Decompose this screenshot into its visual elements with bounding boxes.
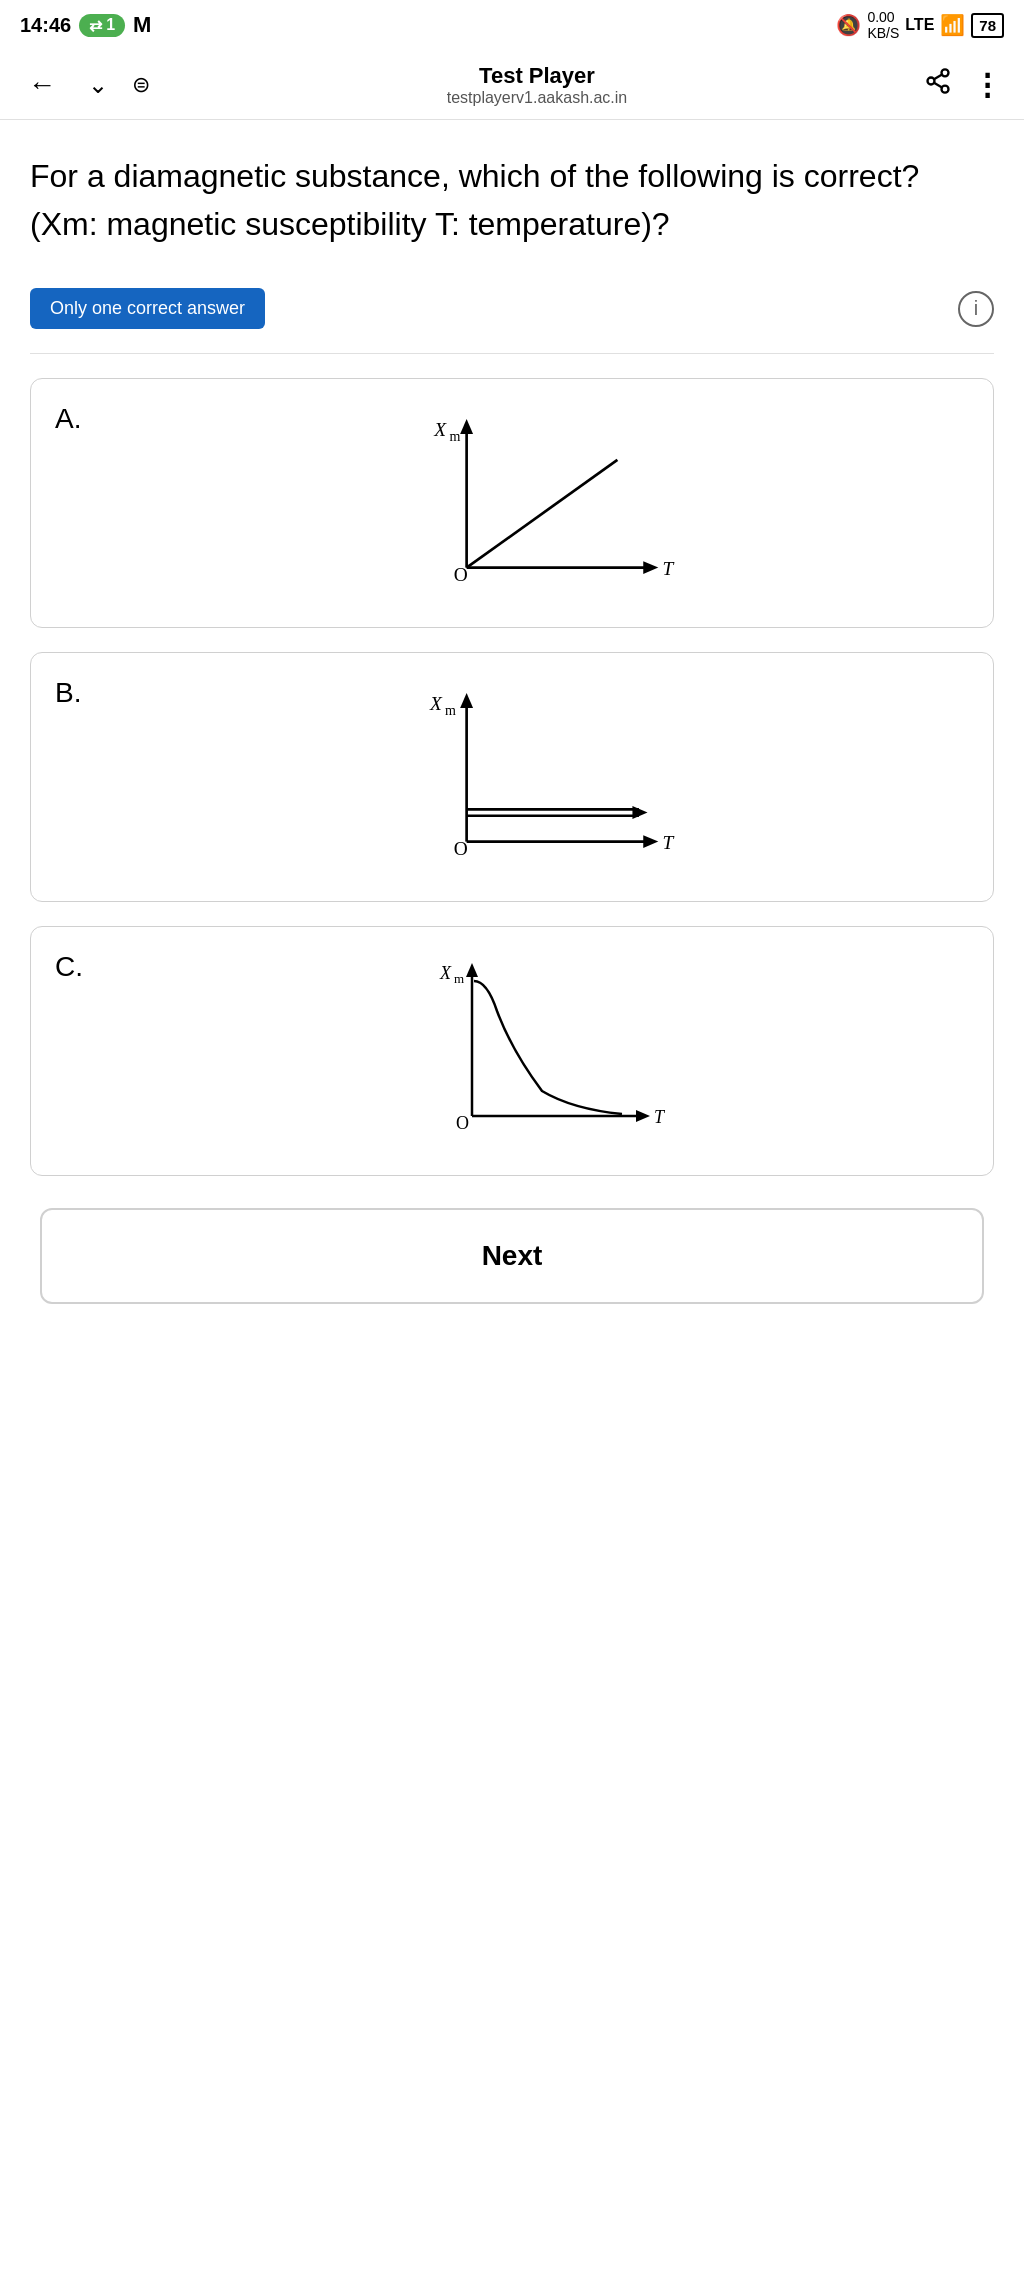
svg-text:m: m	[454, 971, 464, 986]
email-icon: M	[133, 12, 151, 38]
nav-title: Test Player	[479, 63, 595, 89]
status-bar: 14:46 ⇄ 1 M 🔕 0.00 KB/S LTE 📶 78	[0, 0, 1024, 50]
battery-indicator: 78	[971, 13, 1004, 38]
svg-text:O: O	[454, 564, 468, 585]
kb-label: 0.00 KB/S	[867, 9, 899, 41]
option-c-graph: X m T O	[115, 951, 969, 1151]
svg-text:m: m	[445, 703, 456, 718]
graph-a: X m T O	[402, 403, 682, 603]
filter-icon[interactable]: ⊜	[132, 72, 150, 98]
svg-line-13	[467, 460, 618, 568]
signal-count: 1	[106, 16, 115, 34]
svg-line-4	[934, 75, 942, 80]
main-content: For a diamagnetic substance, which of th…	[0, 120, 1024, 1336]
svg-text:T: T	[654, 1107, 666, 1127]
options-container: A. X m T O	[30, 378, 994, 1176]
status-left: 14:46 ⇄ 1 M	[20, 12, 151, 38]
network-type: LTE	[905, 16, 934, 34]
svg-line-3	[934, 83, 942, 88]
signal-bars-icon: 📶	[940, 13, 965, 37]
chevron-down-icon[interactable]: ⌄	[80, 67, 116, 103]
option-c-label: C.	[55, 951, 95, 983]
option-b-label: B.	[55, 677, 95, 709]
svg-point-0	[942, 69, 949, 76]
status-time: 14:46	[20, 14, 71, 37]
svg-marker-7	[460, 419, 473, 434]
svg-marker-27	[466, 963, 478, 977]
option-a-label: A.	[55, 403, 95, 435]
graph-c: X m T O	[402, 951, 682, 1151]
svg-text:O: O	[456, 1113, 469, 1133]
svg-text:O: O	[454, 838, 468, 859]
answer-type-badge: Only one correct answer	[30, 288, 265, 329]
answer-type-row: Only one correct answer i	[30, 288, 994, 329]
option-b[interactable]: B. X m T O	[30, 652, 994, 902]
back-icon[interactable]: ←	[20, 65, 64, 105]
graph-b: X m T O	[402, 677, 682, 877]
svg-marker-8	[643, 561, 658, 574]
signal-icon: ⇄	[89, 16, 102, 35]
svg-text:X: X	[429, 693, 443, 714]
option-a[interactable]: A. X m T O	[30, 378, 994, 628]
svg-marker-28	[636, 1110, 650, 1122]
option-c[interactable]: C. X m T O	[30, 926, 994, 1176]
nav-subtitle: testplayerv1.aakash.ac.in	[447, 89, 628, 107]
next-button-container: Next	[30, 1208, 994, 1304]
more-options-icon[interactable]: ⋮	[972, 67, 1004, 102]
status-right: 🔕 0.00 KB/S LTE 📶 78	[836, 9, 1004, 41]
mute-icon: 🔕	[836, 13, 861, 37]
svg-point-1	[928, 78, 935, 85]
svg-text:T: T	[663, 558, 675, 579]
svg-marker-17	[643, 835, 658, 848]
nav-bar: ← ⌄ ⊜ Test Player testplayerv1.aakash.ac…	[0, 50, 1024, 120]
nav-right-icons: ⋮	[924, 67, 1004, 102]
question-text: For a diamagnetic substance, which of th…	[30, 152, 994, 248]
share-icon[interactable]	[924, 67, 952, 102]
svg-point-2	[942, 86, 949, 93]
svg-text:T: T	[663, 832, 675, 853]
svg-text:m: m	[449, 429, 460, 444]
divider	[30, 353, 994, 354]
option-a-graph: X m T O	[115, 403, 969, 603]
next-button[interactable]: Next	[40, 1208, 984, 1304]
svg-text:X: X	[433, 419, 447, 440]
svg-marker-24	[632, 806, 647, 819]
option-b-graph: X m T O	[115, 677, 969, 877]
info-icon[interactable]: i	[958, 291, 994, 327]
svg-text:X: X	[439, 963, 452, 983]
svg-marker-16	[460, 693, 473, 708]
nav-title-section: Test Player testplayerv1.aakash.ac.in	[166, 63, 908, 107]
signal-badge: ⇄ 1	[79, 14, 125, 37]
